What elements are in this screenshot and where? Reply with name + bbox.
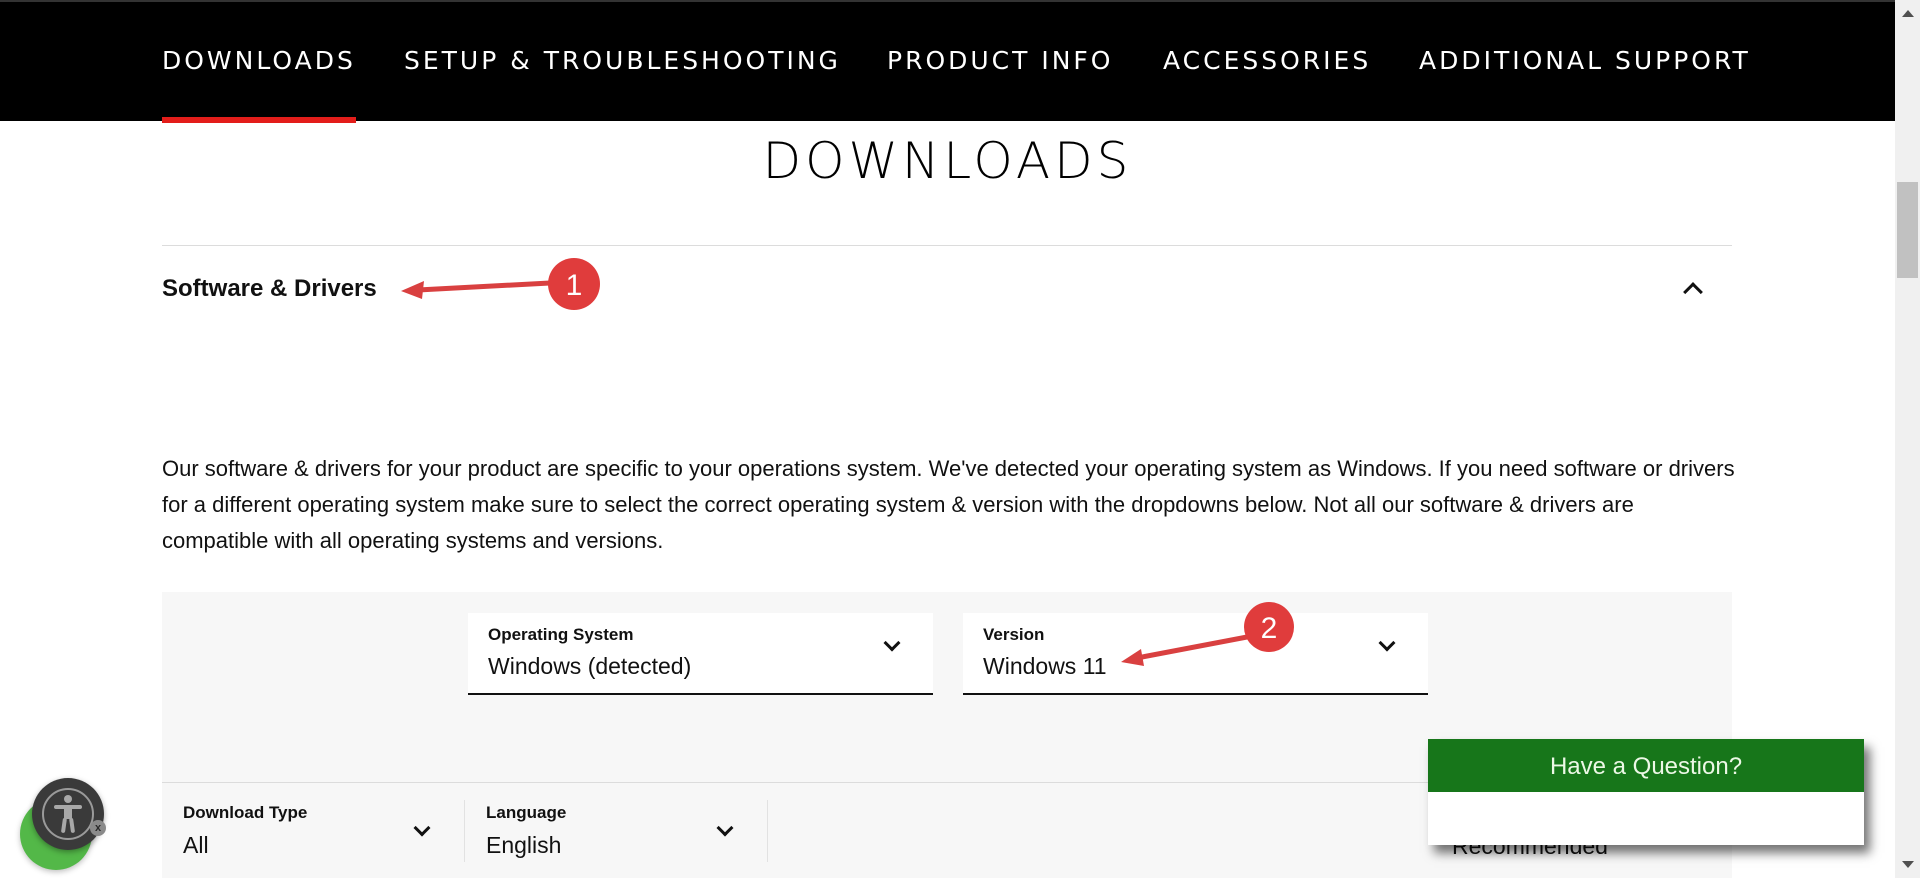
chevron-down-icon	[716, 819, 734, 837]
language-value: English	[486, 832, 562, 858]
chevron-down-icon	[1378, 634, 1396, 652]
download-type-select[interactable]: Download Type All	[183, 800, 443, 878]
download-type-label: Download Type	[183, 803, 308, 822]
accessibility-widget[interactable]: x	[20, 778, 112, 870]
chevron-up-icon[interactable]	[1683, 282, 1703, 302]
annotation-number-1: 1	[566, 269, 583, 302]
version-label: Version	[983, 625, 1045, 644]
section-divider	[162, 245, 1732, 246]
page-scrollbar[interactable]	[1895, 0, 1920, 878]
annotation-arrow-1	[401, 280, 553, 299]
nav-tab-product-info[interactable]: PRODUCT INFO	[887, 46, 1113, 75]
version-value: Windows 11	[983, 653, 1107, 679]
nav-tab-setup-troubleshooting[interactable]: SETUP & TROUBLESHOOTING	[404, 46, 841, 75]
software-drivers-accordion-header[interactable]: Software & Drivers	[162, 275, 377, 303]
scrollbar-thumb[interactable]	[1897, 182, 1918, 278]
download-type-value: All	[183, 832, 209, 858]
language-select[interactable]: Language English	[486, 800, 746, 878]
chevron-down-icon	[883, 634, 901, 652]
version-select[interactable]: Version Windows 11	[963, 613, 1428, 695]
scroll-down-arrow-icon[interactable]	[1902, 861, 1914, 868]
language-label: Language	[486, 803, 567, 822]
have-a-question-chat-popup[interactable]: Have a Question?	[1428, 739, 1864, 845]
annotation-badge-1	[548, 258, 600, 310]
filter-separator	[767, 800, 768, 862]
chevron-down-icon	[413, 819, 431, 837]
nav-tab-accessories[interactable]: ACCESSORIES	[1163, 46, 1371, 75]
operating-system-value: Windows (detected)	[488, 653, 692, 679]
operating-system-select[interactable]: Operating System Windows (detected)	[468, 613, 933, 695]
accessibility-icon	[54, 795, 82, 833]
nav-tab-additional-support[interactable]: ADDITIONAL SUPPORT	[1419, 46, 1751, 75]
nav-tab-downloads[interactable]: DOWNLOADS	[162, 46, 356, 75]
os-info-paragraph: Our software & drivers for your product …	[162, 456, 1735, 553]
page-title: DOWNLOADS	[762, 132, 1133, 190]
close-icon[interactable]: x	[90, 820, 106, 836]
filter-separator	[464, 800, 465, 862]
top-navigation: DOWNLOADS SETUP & TROUBLESHOOTING PRODUC…	[0, 0, 1895, 123]
scroll-up-arrow-icon[interactable]	[1902, 10, 1914, 17]
chat-popup-title[interactable]: Have a Question?	[1428, 739, 1864, 792]
operating-system-label: Operating System	[488, 625, 634, 644]
accessibility-button[interactable]: x	[32, 778, 106, 850]
active-tab-indicator	[162, 117, 356, 123]
